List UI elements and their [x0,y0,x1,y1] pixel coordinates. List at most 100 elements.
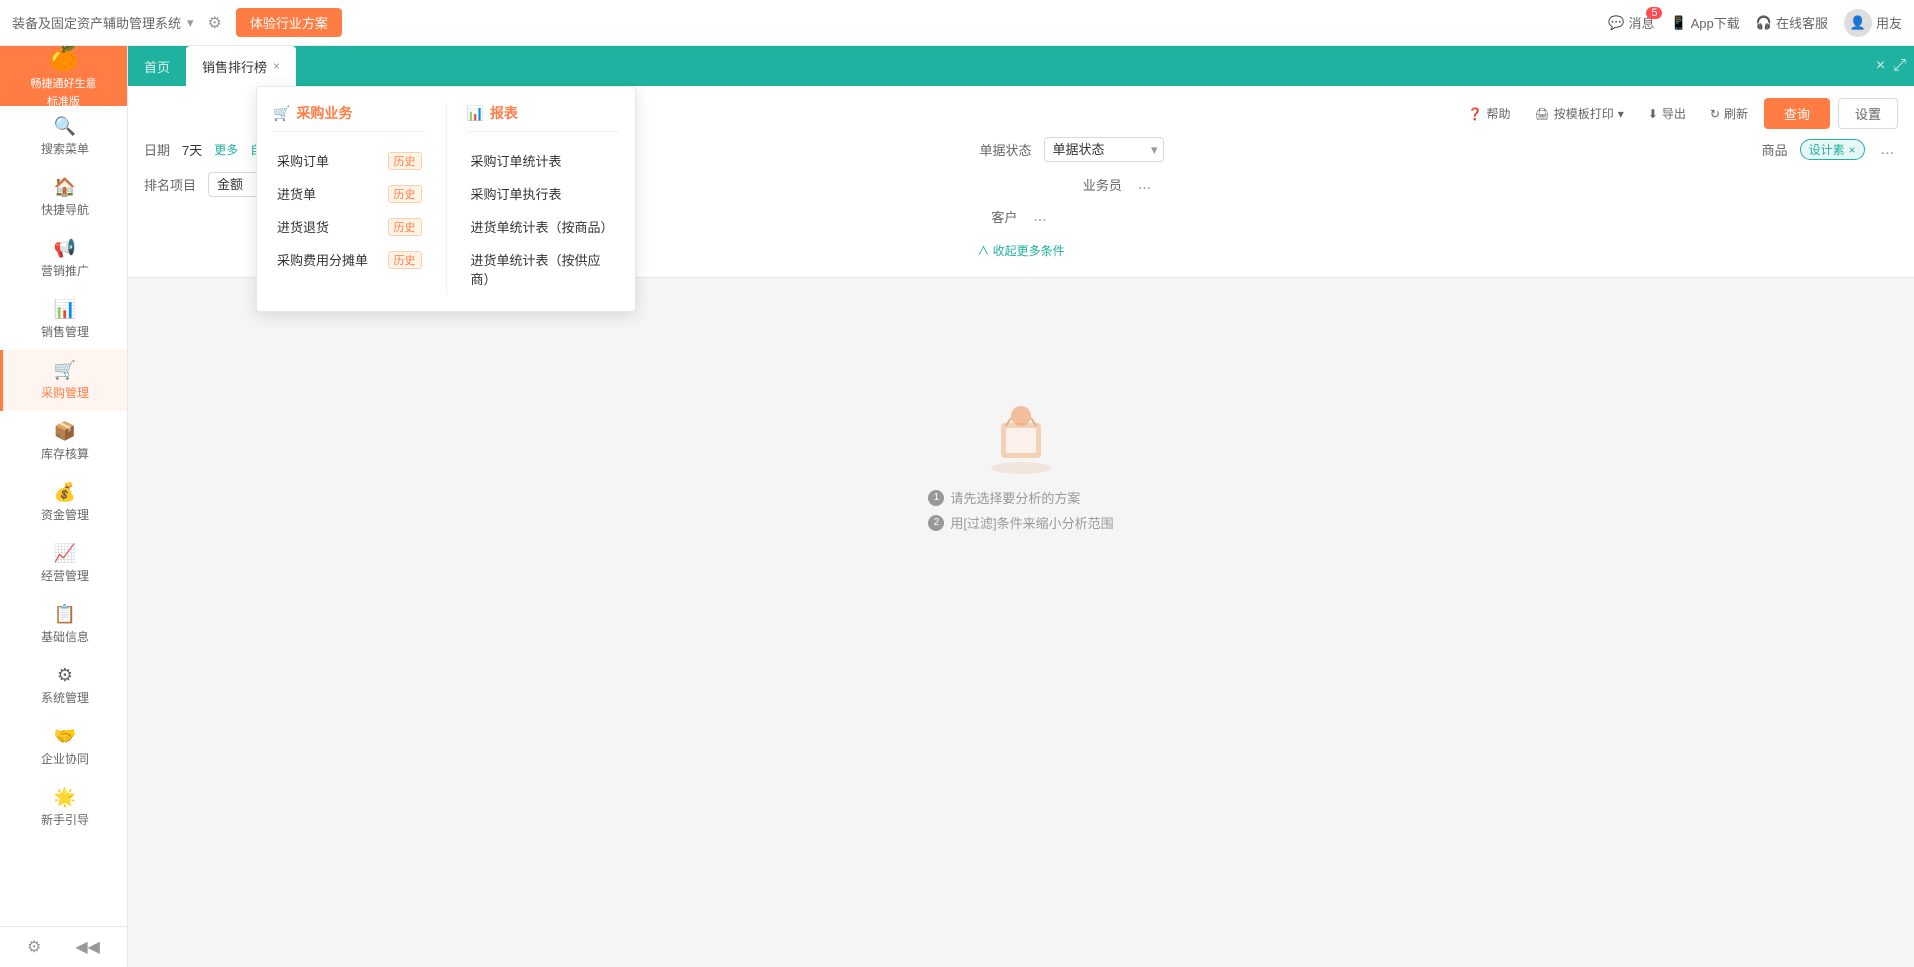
goods-label: 商品 [1762,140,1788,159]
gear-icon[interactable]: ⚙ [208,13,222,33]
tab-home[interactable]: 首页 [128,46,186,86]
user-avatar: 👤 [1844,9,1872,37]
messages-button[interactable]: 💬 消息 5 [1608,13,1654,32]
tab-sales-ranking-label: 销售排行榜 [202,57,267,76]
sidebar-item-purchase[interactable]: 🛒 采购管理 [0,350,127,411]
online-service-label: 在线客服 [1776,13,1828,32]
date-more-link[interactable]: 更多 [214,141,238,158]
receipt-label: 进货单 [277,184,316,203]
print-button[interactable]: 🖨 按模板打印 ▾ [1527,101,1632,126]
customer-dots-button[interactable]: ... [1029,208,1050,226]
help-icon: ❓ [1468,107,1483,121]
system-label: 系统管理 [41,689,89,706]
guide-icon: 🌟 [54,787,76,808]
purchase-label: 采购管理 [41,384,89,401]
export-icon: ⬇ [1648,107,1658,121]
dropdown-item-receipt[interactable]: 进货单 历史 [273,177,426,210]
logo-subtext: 畅捷通好生意 [31,75,97,91]
report-col-icon: 📊 [467,105,484,122]
dropdown-report-col: 📊 报表 采购订单统计表 采购订单执行表 进货单统计表（按商品） 进货单统计表（… [467,103,620,295]
search-button[interactable]: 查询 [1764,98,1830,129]
title-arrow-icon[interactable]: ▾ [187,15,194,31]
finance-label: 资金管理 [41,506,89,523]
dropdown-purchase-col: 🛒 采购业务 采购订单 历史 进货单 历史 进货退货 历史 采购费用分摊单 [273,103,426,295]
expand-icon[interactable]: ⤢ [1893,57,1906,75]
top-right-area: 💬 消息 5 📱 App下载 🎧 在线客服 👤 用友 [1608,9,1902,37]
goods-dots-button[interactable]: ... [1877,141,1898,159]
sidebar-item-inventory[interactable]: 📦 库存核算 [0,411,127,472]
salesman-dots-button[interactable]: ... [1134,176,1155,194]
sidebar-item-finance[interactable]: 💰 资金管理 [0,472,127,533]
sidebar-item-marketing[interactable]: 📢 营销推广 [0,228,127,289]
status-select[interactable]: 单据状态 [1044,137,1164,162]
rank-label: 排名项目 [144,175,196,194]
sidebar-item-guide[interactable]: 🌟 新手引导 [0,777,127,838]
inventory-label: 库存核算 [41,445,89,462]
settings-button[interactable]: 设置 [1838,98,1898,129]
finance-icon: 💰 [54,482,76,503]
settings-bottom-icon[interactable]: ⚙ [27,937,41,957]
dropdown-item-purchase-order-exec[interactable]: 采购订单执行表 [467,177,620,210]
purchase-dropdown-menu: 🛒 采购业务 采购订单 历史 进货单 历史 进货退货 历史 采购费用分摊单 [256,86,636,312]
system-title-area: 装备及固定资产辅助管理系统 ▾ ⚙ 体验行业方案 [12,8,1608,37]
top-bar: 装备及固定资产辅助管理系统 ▾ ⚙ 体验行业方案 💬 消息 5 📱 App下载 … [0,0,1914,46]
receipt-history: 历史 [388,185,422,203]
print-icon: 🖨 [1535,107,1550,121]
date-days-value: 7天 [182,140,202,159]
tab-close-icon[interactable]: × [273,59,280,73]
user-menu-button[interactable]: 👤 用友 [1844,9,1902,37]
sidebar-item-sales[interactable]: 📊 销售管理 [0,289,127,350]
empty-hint-2-text: 用[过滤]条件来缩小分析范围 [950,513,1113,532]
sales-icon: 📊 [54,299,76,320]
salesman-label: 业务员 [1083,175,1122,194]
return-history: 历史 [388,218,422,236]
dropdown-purchase-title: 🛒 采购业务 [273,103,426,132]
hint2-circle: 2 [928,515,944,531]
refresh-icon: ↻ [1710,107,1720,121]
goods-tag-close[interactable]: × [1849,143,1856,157]
quick-nav-label: 快捷导航 [41,201,89,218]
dropdown-item-expense[interactable]: 采购费用分摊单 历史 [273,243,426,276]
purchase-col-icon: 🛒 [273,105,290,122]
sidebar-item-cooperation[interactable]: 🤝 企业协同 [0,716,127,777]
logo-icon: 🍊 [49,46,79,73]
minimize-icon[interactable]: × [1876,57,1885,75]
sidebar-item-system[interactable]: ⚙ 系统管理 [0,655,127,716]
sales-label: 销售管理 [41,323,89,340]
user-label: 用友 [1876,13,1902,32]
dropdown-item-receipt-stat-goods[interactable]: 进货单统计表（按商品） [467,210,620,243]
dropdown-item-receipt-stat-supplier[interactable]: 进货单统计表（按供应商） [467,243,620,295]
status-select-wrap: 单据状态 [1044,137,1164,162]
goods-tag: 设计素 × [1800,139,1865,160]
tab-sales-ranking[interactable]: 销售排行榜 × [186,46,296,86]
empty-hints: 1 请先选择要分析的方案 2 用[过滤]条件来缩小分析范围 [928,488,1113,532]
trial-button[interactable]: 体验行业方案 [236,8,342,37]
collapse-sidebar-icon[interactable]: ◀◀ [75,937,100,957]
online-service-button[interactable]: 🎧 在线客服 [1756,13,1828,32]
logo: 🍊 畅捷通好生意 标准版 [0,46,127,106]
dropdown-item-purchase-order[interactable]: 采购订单 历史 [273,144,426,177]
empty-icon [971,398,1071,478]
date-label: 日期 [144,140,170,159]
sidebar-item-operations[interactable]: 📈 经营管理 [0,533,127,594]
tab-bar: 首页 销售排行榜 × × ⤢ [128,46,1914,86]
status-label: 单据状态 [980,140,1032,159]
dropdown-item-return[interactable]: 进货退货 历史 [273,210,426,243]
system-icon: ⚙ [57,665,73,686]
app-download-button[interactable]: 📱 App下载 [1670,13,1739,32]
sidebar-item-search-menu[interactable]: 🔍 搜索菜单 [0,106,127,167]
purchase-order-history: 历史 [388,152,422,170]
cooperation-label: 企业协同 [41,750,89,767]
purchase-order-stat-label: 采购订单统计表 [471,151,562,170]
search-menu-icon: 🔍 [54,116,76,137]
help-button[interactable]: ❓ 帮助 [1460,101,1519,126]
sidebar-item-basic-info[interactable]: 📋 基础信息 [0,594,127,655]
dropdown-item-purchase-order-stat[interactable]: 采购订单统计表 [467,144,620,177]
export-button[interactable]: ⬇ 导出 [1640,101,1694,126]
expense-label: 采购费用分摊单 [277,250,368,269]
goods-tag-text: 设计素 [1809,141,1845,158]
sidebar-nav: 🔍 搜索菜单 🏠 快捷导航 📢 营销推广 📊 销售管理 🛒 采购管理 📦 [0,106,127,926]
sidebar-item-quick-nav[interactable]: 🏠 快捷导航 [0,167,127,228]
tab-home-label: 首页 [144,57,170,76]
refresh-button[interactable]: ↻ 刷新 [1702,101,1756,126]
